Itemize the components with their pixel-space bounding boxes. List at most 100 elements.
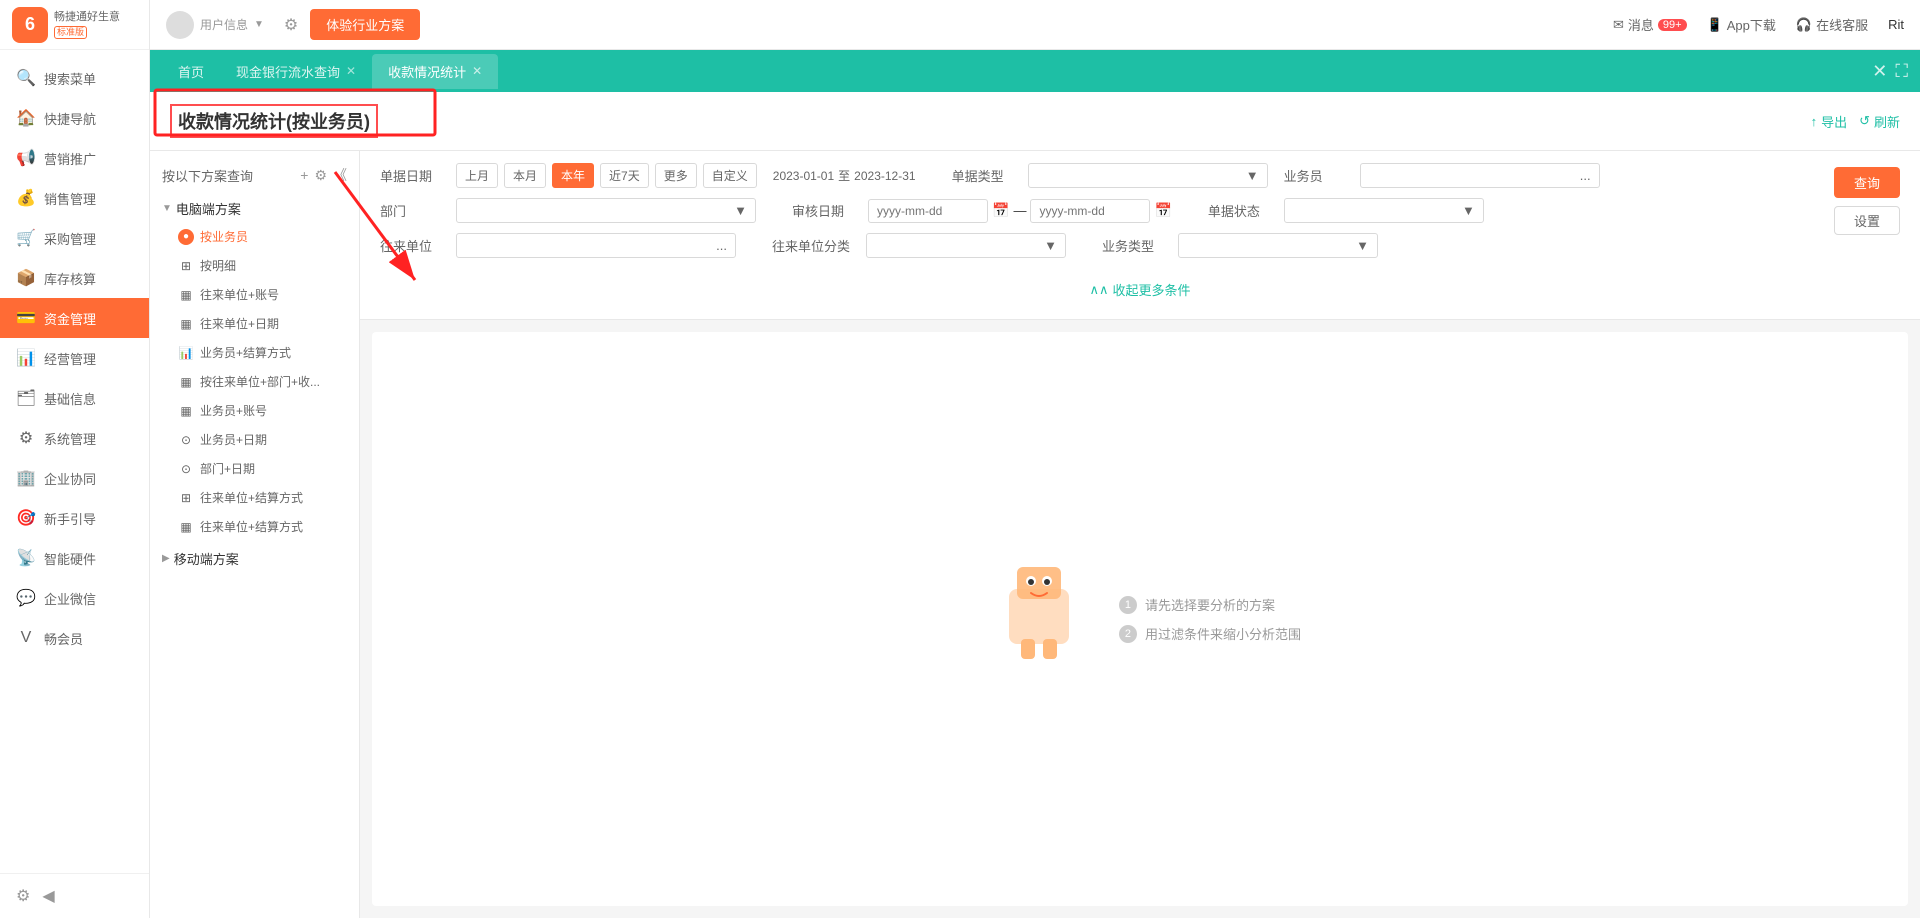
scheme-item-grid-icon-2: ⊞ [178, 490, 194, 506]
doc-type-select[interactable]: ▼ [1028, 163, 1268, 188]
desktop-group-label: 电脑端方案 [176, 199, 241, 218]
salesperson-label: 业务员 [1284, 166, 1344, 185]
filter-panel: 单据日期 上月 本月 本年 近7天 更多 自定义 [360, 151, 1920, 320]
tab-close-all-button[interactable]: ✕ [1872, 61, 1887, 82]
tip-num-1: 1 [1119, 596, 1137, 614]
sidebar-item-operations[interactable]: 📊 经营管理 [0, 338, 149, 378]
tab-actions: ✕ ⛶ [1872, 61, 1908, 82]
sidebar-item-wechat[interactable]: 💬 企业微信 [0, 578, 149, 618]
scheme-item-dept-date[interactable]: ⊙ 部门+日期 [150, 454, 359, 483]
sidebar-item-system[interactable]: ⚙ 系统管理 [0, 418, 149, 458]
scheme-item-detail[interactable]: ⊞ 按明细 [150, 251, 359, 280]
sidebar-nav: 🔍 搜索菜单 🏠 快捷导航 📢 营销推广 💰 销售管理 🛒 采购管理 📦 [0, 50, 149, 873]
scheme-item-by-salesperson[interactable]: ● 按业务员 [150, 222, 359, 251]
settings-gear-icon[interactable]: ⚙ [284, 15, 298, 35]
sidebar-item-beginner[interactable]: 🎯 新手引导 [0, 498, 149, 538]
empty-illustration [979, 549, 1099, 669]
finance-icon: 💳 [16, 308, 36, 328]
mobile-group-header[interactable]: ▶ 移动端方案 [150, 545, 359, 572]
audit-date-from[interactable] [868, 199, 988, 223]
collapse-icon: ∧∧ [1089, 282, 1108, 298]
scheme-item-salesperson-settlement[interactable]: 📊 业务员+结算方式 [150, 338, 359, 367]
iot-icon: 📡 [16, 548, 36, 568]
footer-settings-icon[interactable]: ⚙ [16, 886, 30, 906]
date-to: 2023-12-31 [854, 169, 915, 183]
cal-icon-from[interactable]: 📅 [992, 202, 1009, 219]
sidebar-item-search-menu[interactable]: 🔍 搜索菜单 [0, 58, 149, 98]
purchase-icon: 🛒 [16, 228, 36, 248]
scheme-item-salesperson-account[interactable]: ▦ 业务员+账号 [150, 396, 359, 425]
scheme-add-button[interactable]: + [300, 167, 308, 183]
scheme-item-partner-dept[interactable]: ▦ 按往来单位+部门+收... [150, 367, 359, 396]
date-range: 2023-01-01 至 2023-12-31 [773, 167, 916, 184]
sidebar-item-finance[interactable]: 💳 资金管理 [0, 298, 149, 338]
doc-status-label: 单据状态 [1208, 201, 1268, 220]
message-action[interactable]: ✉ 消息 99+ [1613, 15, 1687, 34]
tab-close-receipt-stats[interactable]: ✕ [472, 64, 482, 78]
scheme-item-partner-settlement-2[interactable]: ▦ 往来单位+结算方式 [150, 512, 359, 541]
footer-collapse-icon[interactable]: ◀ [42, 886, 54, 906]
tab-close-bank-flow[interactable]: ✕ [346, 64, 356, 78]
app-download-action[interactable]: 📱 App下载 [1707, 15, 1776, 34]
refresh-button[interactable]: ↺ 刷新 [1859, 112, 1900, 131]
scheme-item-partner-settlement-1[interactable]: ⊞ 往来单位+结算方式 [150, 483, 359, 512]
tip-num-2: 2 [1119, 625, 1137, 643]
sidebar-item-marketing[interactable]: 📢 营销推广 [0, 138, 149, 178]
date-field-label: 单据日期 [380, 166, 440, 185]
partner-category-select[interactable]: ▼ [866, 233, 1066, 258]
date-btn-custom[interactable]: 自定义 [703, 163, 757, 188]
query-button[interactable]: 查询 [1834, 167, 1900, 198]
biz-type-label: 业务类型 [1102, 236, 1162, 255]
sidebar-item-basic-info[interactable]: 🗂 基础信息 [0, 378, 149, 418]
sidebar-item-purchase[interactable]: 🛒 采购管理 [0, 218, 149, 258]
sidebar-item-iot[interactable]: 📡 智能硬件 [0, 538, 149, 578]
trial-button[interactable]: 体验行业方案 [310, 9, 420, 40]
quick-nav-icon: 🏠 [16, 108, 36, 128]
salesperson-select[interactable]: ... [1360, 163, 1600, 188]
date-btn-this-month[interactable]: 本月 [504, 163, 546, 188]
sidebar-item-sales[interactable]: 💰 销售管理 [0, 178, 149, 218]
scheme-settings-button[interactable]: ⚙ [314, 167, 327, 184]
sidebar: 6 畅捷通好生意 标准版 🔍 搜索菜单 🏠 快捷导航 📢 营销推广 💰 销售管理 [0, 0, 150, 918]
tab-receipt-stats[interactable]: 收款情况统计 ✕ [372, 54, 498, 89]
tab-home[interactable]: 首页 [162, 54, 220, 89]
user-display-name: Rit [1888, 17, 1904, 32]
scheme-item-salesperson-date[interactable]: ⊙ 业务员+日期 [150, 425, 359, 454]
online-service-action[interactable]: 🎧 在线客服 [1796, 15, 1868, 34]
sidebar-item-member[interactable]: V 畅会员 [0, 618, 149, 658]
user-info[interactable]: 用户信息 ▼ [166, 11, 264, 39]
dept-select[interactable]: ▼ [456, 198, 756, 223]
page-header: 收款情况统计(按业务员) ↑ 导出 ↺ 刷新 [150, 92, 1920, 151]
doc-status-select[interactable]: ▼ [1284, 198, 1484, 223]
corp-icon: 🏢 [16, 468, 36, 488]
desktop-group-header[interactable]: ▼ 电脑端方案 [150, 195, 359, 222]
cal-icon-to[interactable]: 📅 [1154, 202, 1171, 219]
scheme-item-partner-account[interactable]: ▦ 往来单位+账号 [150, 280, 359, 309]
date-btn-more[interactable]: 更多 [655, 163, 697, 188]
filter-row-3: 往来单位 ... 往来单位分类 ▼ [380, 233, 1818, 258]
collapse-button[interactable]: ∧∧ 收起更多条件 [1089, 280, 1190, 299]
sidebar-item-inventory[interactable]: 📦 库存核算 [0, 258, 149, 298]
scheme-item-chart-icon: 📊 [178, 345, 194, 361]
biz-type-select[interactable]: ▼ [1178, 233, 1378, 258]
scheme-item-partner-date[interactable]: ▦ 往来单位+日期 [150, 309, 359, 338]
date-options: 上月 本月 本年 近7天 更多 自定义 [456, 163, 757, 188]
inventory-icon: 📦 [16, 268, 36, 288]
scheme-item-clock-icon-2: ⊙ [178, 461, 194, 477]
desktop-scheme-group: ▼ 电脑端方案 ● 按业务员 ⊞ 按明细 ▦ [150, 195, 359, 541]
filter-settings-button[interactable]: 设置 [1834, 206, 1900, 235]
sidebar-item-corp[interactable]: 🏢 企业协同 [0, 458, 149, 498]
date-btn-last-month[interactable]: 上月 [456, 163, 498, 188]
operations-icon: 📊 [16, 348, 36, 368]
tab-maximize-button[interactable]: ⛶ [1895, 61, 1908, 82]
sidebar-item-quick-nav[interactable]: 🏠 快捷导航 [0, 98, 149, 138]
date-btn-this-year[interactable]: 本年 [552, 163, 594, 188]
message-icon: ✉ [1613, 17, 1624, 33]
logo-icon: 6 [12, 7, 48, 43]
tab-bank-flow[interactable]: 现金银行流水查询 ✕ [220, 54, 372, 89]
scheme-collapse-button[interactable]: 《 [333, 165, 347, 185]
export-button[interactable]: ↑ 导出 [1811, 112, 1848, 131]
date-btn-7days[interactable]: 近7天 [600, 163, 649, 188]
audit-date-to[interactable] [1030, 199, 1150, 223]
partner-select[interactable]: ... [456, 233, 736, 258]
